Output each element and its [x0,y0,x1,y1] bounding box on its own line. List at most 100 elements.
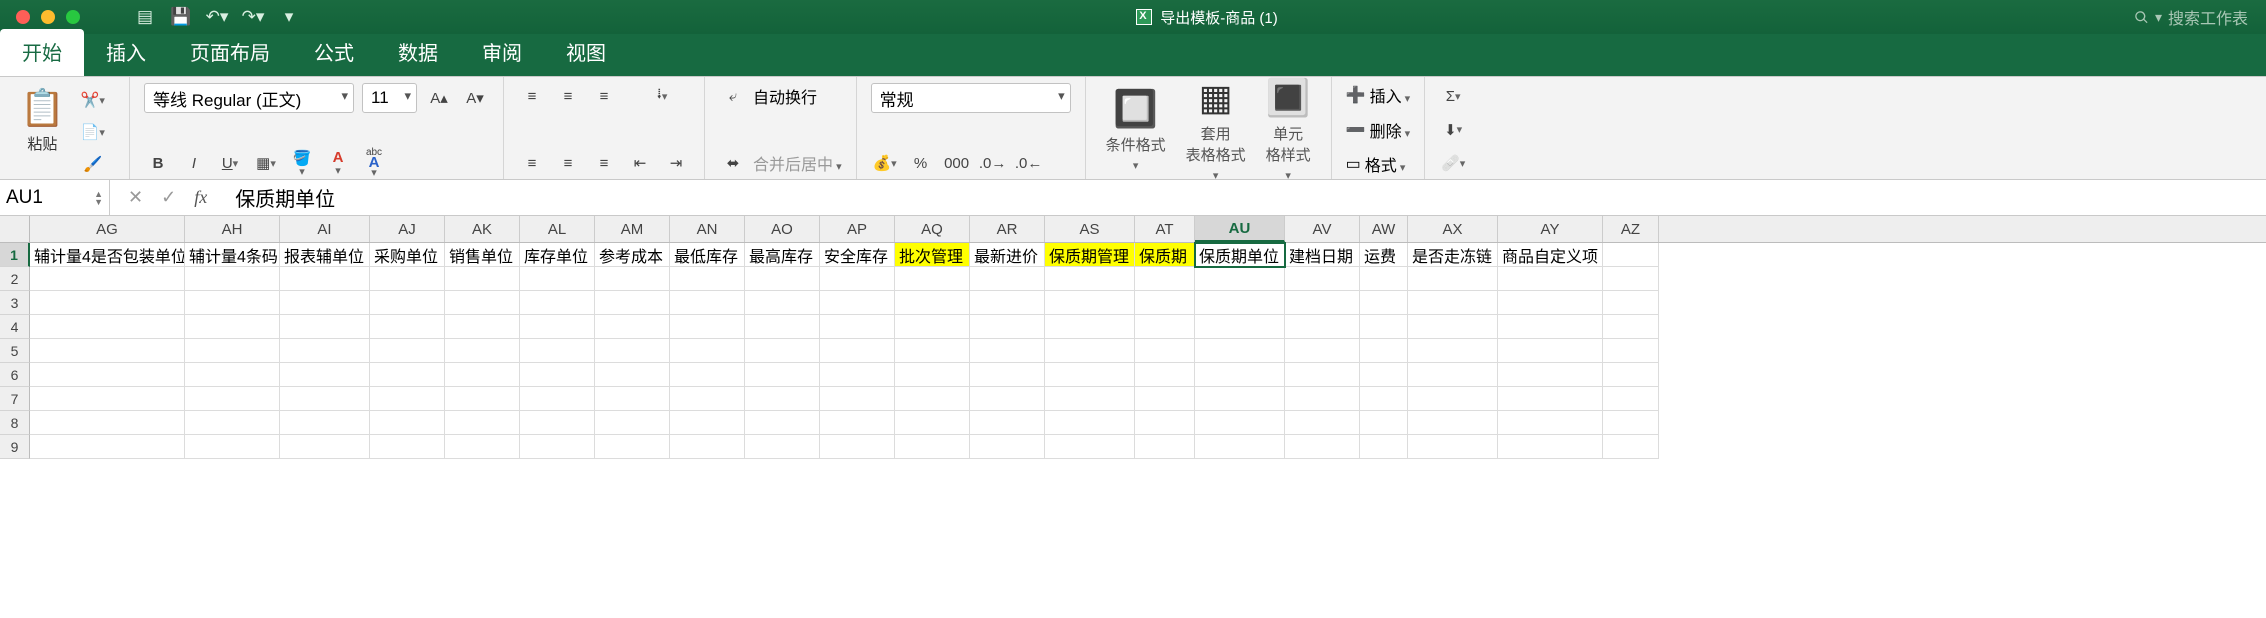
percent-button[interactable]: % [907,150,935,176]
cell-AP5[interactable] [820,339,895,363]
increase-indent-button[interactable]: ⇥ [662,150,690,176]
cell-AJ7[interactable] [370,387,445,411]
cell-AG6[interactable] [30,363,185,387]
cell-AN3[interactable] [670,291,745,315]
cell-AI3[interactable] [280,291,370,315]
cell-AS8[interactable] [1045,411,1135,435]
cell-AP1[interactable]: 安全库存 [820,243,895,267]
cell-AS2[interactable] [1045,267,1135,291]
row-header-1[interactable]: 1 [0,243,30,267]
font-color-button[interactable]: A [324,150,352,176]
cell-AY7[interactable] [1498,387,1603,411]
currency-button[interactable]: 💰 [871,150,899,176]
cell-AK5[interactable] [445,339,520,363]
column-header-AT[interactable]: AT [1135,216,1195,242]
cell-AU5[interactable] [1195,339,1285,363]
cell-AI1[interactable]: 报表辅单位 [280,243,370,267]
cell-AZ4[interactable] [1603,315,1659,339]
cell-AL2[interactable] [520,267,595,291]
cell-AZ8[interactable] [1603,411,1659,435]
cell-AH6[interactable] [185,363,280,387]
column-header-AX[interactable]: AX [1408,216,1498,242]
align-right-button[interactable]: ≡ [590,150,618,176]
cell-AZ2[interactable] [1603,267,1659,291]
number-format-combo[interactable] [871,83,1071,113]
cell-AR8[interactable] [970,411,1045,435]
cell-AY2[interactable] [1498,267,1603,291]
cell-AY6[interactable] [1498,363,1603,387]
cell-AU6[interactable] [1195,363,1285,387]
cell-AX9[interactable] [1408,435,1498,459]
tab-home[interactable]: 开始 [0,29,84,76]
tab-view[interactable]: 视图 [544,29,628,76]
cell-AU7[interactable] [1195,387,1285,411]
cell-AY1[interactable]: 商品自定义项 [1498,243,1603,267]
close-window-button[interactable] [16,10,30,24]
cell-AJ3[interactable] [370,291,445,315]
cell-AJ5[interactable] [370,339,445,363]
cell-AW1[interactable]: 运费 [1360,243,1408,267]
cell-AW4[interactable] [1360,315,1408,339]
cell-AI5[interactable] [280,339,370,363]
cell-AU9[interactable] [1195,435,1285,459]
delete-cells-button[interactable]: 删除 [1370,118,1411,142]
name-box-stepper[interactable]: ▲▼ [94,190,103,206]
cell-AP9[interactable] [820,435,895,459]
cell-AV7[interactable] [1285,387,1360,411]
cell-AP7[interactable] [820,387,895,411]
cell-AQ6[interactable] [895,363,970,387]
italic-button[interactable]: I [180,150,208,176]
cell-AU4[interactable] [1195,315,1285,339]
cell-AK8[interactable] [445,411,520,435]
cell-AX5[interactable] [1408,339,1498,363]
cell-AT5[interactable] [1135,339,1195,363]
cell-AS7[interactable] [1045,387,1135,411]
cell-AK3[interactable] [445,291,520,315]
cell-AV6[interactable] [1285,363,1360,387]
cell-AT3[interactable] [1135,291,1195,315]
save-icon[interactable]: 💾 [172,8,190,26]
cell-AP6[interactable] [820,363,895,387]
qat-customize-icon[interactable]: ▾ [280,8,298,26]
paste-button[interactable]: 📋 粘贴 [14,83,71,158]
cell-AL7[interactable] [520,387,595,411]
cell-AO8[interactable] [745,411,820,435]
cell-AV2[interactable] [1285,267,1360,291]
cell-AY5[interactable] [1498,339,1603,363]
cell-AG2[interactable] [30,267,185,291]
cell-AG3[interactable] [30,291,185,315]
cell-AM1[interactable]: 参考成本 [595,243,670,267]
cell-AY9[interactable] [1498,435,1603,459]
cell-AN5[interactable] [670,339,745,363]
cell-AJ1[interactable]: 采购单位 [370,243,445,267]
cell-AX7[interactable] [1408,387,1498,411]
cell-AJ4[interactable] [370,315,445,339]
cell-AH7[interactable] [185,387,280,411]
column-header-AV[interactable]: AV [1285,216,1360,242]
search-box[interactable]: ▾ 搜索工作表 [2116,5,2266,29]
cell-AX1[interactable]: 是否走冻链 [1408,243,1498,267]
cell-AP3[interactable] [820,291,895,315]
clear-button[interactable]: 🩹 [1439,150,1467,176]
format-as-table-button[interactable]: ▦套用 表格格式 [1180,73,1252,186]
format-cells-button[interactable]: 格式 [1365,152,1406,176]
cell-AO5[interactable] [745,339,820,363]
cell-AI2[interactable] [280,267,370,291]
cell-AK6[interactable] [445,363,520,387]
cell-AX4[interactable] [1408,315,1498,339]
cell-AO1[interactable]: 最高库存 [745,243,820,267]
cell-AN6[interactable] [670,363,745,387]
cell-AZ5[interactable] [1603,339,1659,363]
font-size-combo[interactable] [362,83,417,113]
cell-AJ8[interactable] [370,411,445,435]
cell-AX2[interactable] [1408,267,1498,291]
name-box[interactable]: AU1 ▲▼ [0,180,110,215]
cut-button[interactable]: ✂️ [79,87,107,113]
cell-AJ6[interactable] [370,363,445,387]
cell-AH1[interactable]: 辅计量4条码 [185,243,280,267]
cell-AL4[interactable] [520,315,595,339]
row-header-7[interactable]: 7 [0,387,30,411]
row-header-9[interactable]: 9 [0,435,30,459]
cell-AN4[interactable] [670,315,745,339]
cell-AT4[interactable] [1135,315,1195,339]
